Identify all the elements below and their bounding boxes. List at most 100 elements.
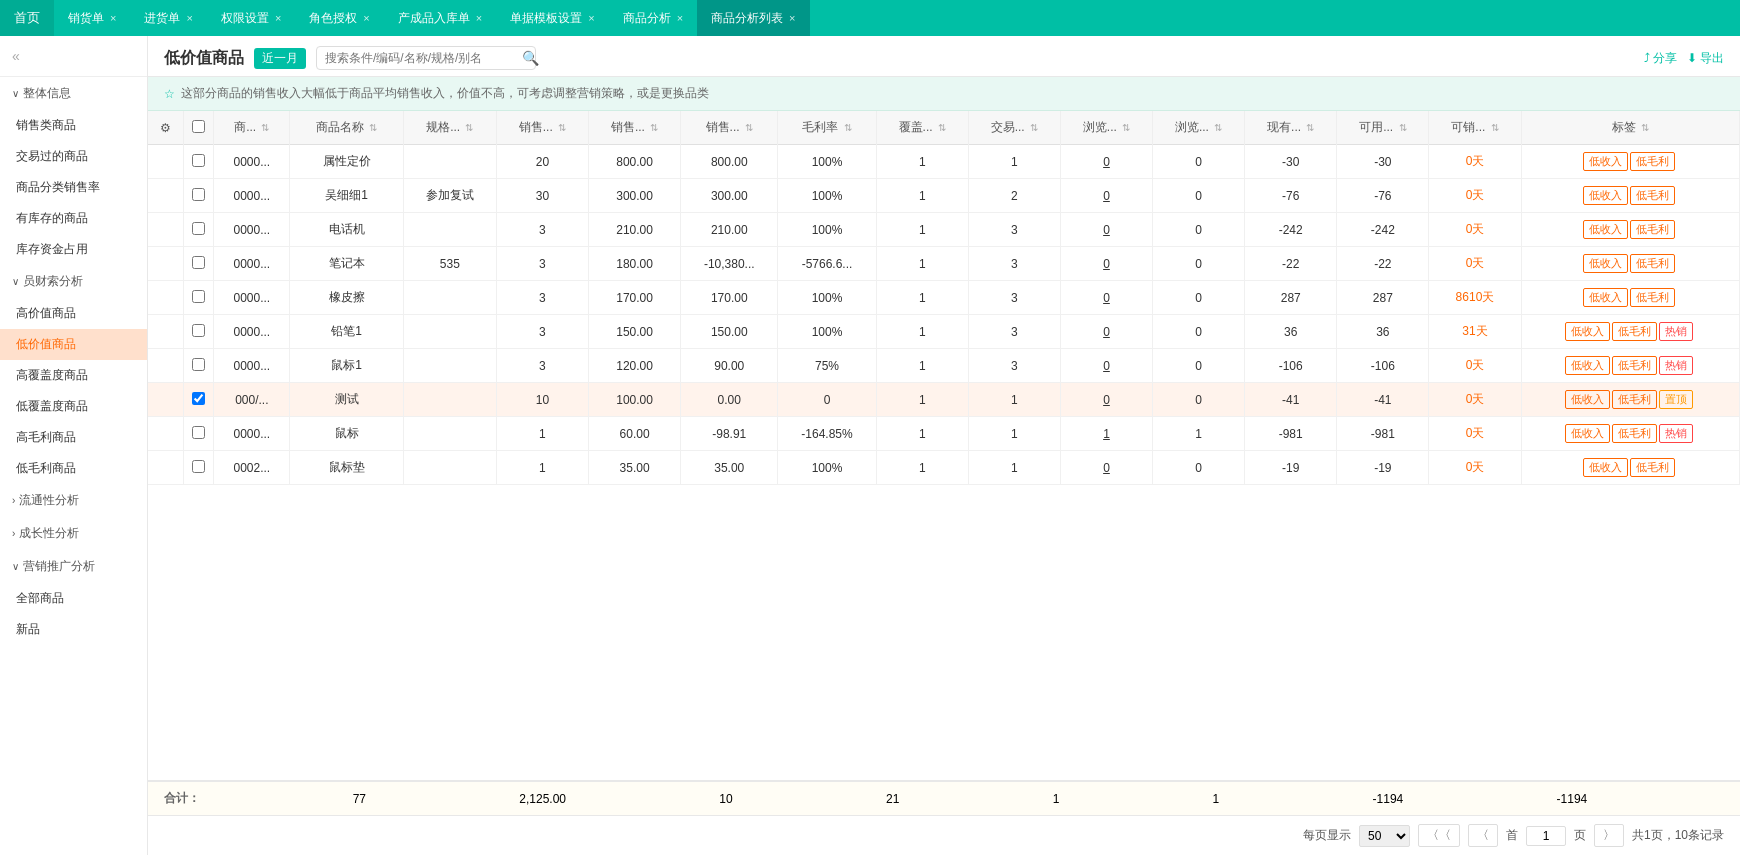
sidebar-item-low-profit[interactable]: 低毛利商品: [0, 453, 147, 484]
row-checkbox-cell[interactable]: [184, 247, 214, 281]
per-page-select[interactable]: 50 100 200: [1359, 825, 1410, 847]
col-sales-amount[interactable]: 销售... ⇅: [681, 111, 778, 145]
nav-sales-order-close[interactable]: ×: [110, 12, 116, 24]
page-number-input[interactable]: [1526, 826, 1566, 846]
views1-value[interactable]: 0: [1103, 257, 1110, 271]
views1-value[interactable]: 0: [1103, 325, 1110, 339]
sidebar-group-flow[interactable]: › 流通性分析: [0, 484, 147, 517]
filter-tag-month[interactable]: 近一月: [254, 48, 306, 69]
nav-purchase-order[interactable]: 进货单 ×: [130, 0, 206, 36]
sidebar-item-all-products[interactable]: 全部商品: [0, 583, 147, 614]
views1-value[interactable]: 0: [1103, 223, 1110, 237]
row-checkbox[interactable]: [192, 290, 205, 303]
nav-product-analysis[interactable]: 商品分析 ×: [609, 0, 697, 36]
next-page-btn[interactable]: 〉: [1594, 824, 1624, 847]
col-available[interactable]: 可用... ⇅: [1337, 111, 1429, 145]
col-sales-price[interactable]: 销售... ⇅: [589, 111, 681, 145]
row-views1[interactable]: 0: [1060, 247, 1152, 281]
prev-page-btn[interactable]: 〈: [1468, 824, 1498, 847]
col-tags[interactable]: 标签 ⇅: [1521, 111, 1739, 145]
col-spec[interactable]: 规格... ⇅: [403, 111, 496, 145]
row-checkbox-cell[interactable]: [184, 417, 214, 451]
views1-value[interactable]: 0: [1103, 359, 1110, 373]
nav-permissions-close[interactable]: ×: [275, 12, 281, 24]
col-current-stock[interactable]: 现有... ⇅: [1245, 111, 1337, 145]
nav-template-close[interactable]: ×: [588, 12, 594, 24]
sidebar-item-low-value[interactable]: 低价值商品: [0, 329, 147, 360]
row-checkbox[interactable]: [192, 426, 205, 439]
row-views1[interactable]: 0: [1060, 213, 1152, 247]
nav-sales-order[interactable]: 销货单 ×: [54, 0, 130, 36]
col-checkbox[interactable]: [184, 111, 214, 145]
row-checkbox-cell[interactable]: [184, 383, 214, 417]
sidebar-group-growth[interactable]: › 成长性分析: [0, 517, 147, 550]
row-checkbox[interactable]: [192, 460, 205, 473]
row-views1[interactable]: 0: [1060, 315, 1152, 349]
sidebar-item-category-rate[interactable]: 商品分类销售率: [0, 172, 147, 203]
views1-value[interactable]: 0: [1103, 155, 1110, 169]
sidebar-item-high-coverage[interactable]: 高覆盖度商品: [0, 360, 147, 391]
row-checkbox-cell[interactable]: [184, 145, 214, 179]
sidebar-item-with-stock[interactable]: 有库存的商品: [0, 203, 147, 234]
row-checkbox[interactable]: [192, 154, 205, 167]
sidebar-item-stock-capital[interactable]: 库存资金占用: [0, 234, 147, 265]
row-views1[interactable]: 1: [1060, 417, 1152, 451]
nav-roles[interactable]: 角色授权 ×: [295, 0, 383, 36]
col-saleable[interactable]: 可销... ⇅: [1429, 111, 1521, 145]
col-views2[interactable]: 浏览... ⇅: [1153, 111, 1245, 145]
views1-value[interactable]: 0: [1103, 291, 1110, 305]
row-checkbox[interactable]: [192, 188, 205, 201]
sidebar-collapse-btn[interactable]: «: [8, 44, 24, 68]
sidebar-group-financial[interactable]: ∨ 员财索分析: [0, 265, 147, 298]
search-input[interactable]: [316, 46, 536, 70]
export-button[interactable]: ⬇ 导出: [1687, 50, 1724, 67]
sidebar-item-low-coverage[interactable]: 低覆盖度商品: [0, 391, 147, 422]
sidebar-item-new-products[interactable]: 新品: [0, 614, 147, 645]
row-checkbox[interactable]: [192, 256, 205, 269]
nav-analysis-close[interactable]: ×: [677, 12, 683, 24]
row-checkbox[interactable]: [192, 222, 205, 235]
nav-analysis-list-close[interactable]: ×: [789, 12, 795, 24]
row-checkbox-cell[interactable]: [184, 179, 214, 213]
row-checkbox-cell[interactable]: [184, 281, 214, 315]
row-views1[interactable]: 0: [1060, 179, 1152, 213]
col-gross-rate[interactable]: 毛利率 ⇅: [778, 111, 876, 145]
col-name[interactable]: 商品名称 ⇅: [290, 111, 404, 145]
col-transactions[interactable]: 交易... ⇅: [968, 111, 1060, 145]
share-button[interactable]: ⤴ 分享: [1644, 50, 1677, 67]
views1-value[interactable]: 1: [1103, 427, 1110, 441]
nav-template-settings[interactable]: 单据模板设置 ×: [496, 0, 608, 36]
col-coverage[interactable]: 覆盖... ⇅: [876, 111, 968, 145]
sidebar-group-overall[interactable]: ∨ 整体信息: [0, 77, 147, 110]
row-views1[interactable]: 0: [1060, 349, 1152, 383]
row-checkbox-cell[interactable]: [184, 451, 214, 485]
first-page-btn[interactable]: 〈〈: [1418, 824, 1460, 847]
nav-product-entry-close[interactable]: ×: [476, 12, 482, 24]
row-checkbox[interactable]: [192, 358, 205, 371]
row-checkbox[interactable]: [192, 392, 205, 405]
sidebar-item-high-profit[interactable]: 高毛利商品: [0, 422, 147, 453]
nav-permissions[interactable]: 权限设置 ×: [207, 0, 295, 36]
row-views1[interactable]: 0: [1060, 281, 1152, 315]
views1-value[interactable]: 0: [1103, 461, 1110, 475]
search-icon[interactable]: 🔍: [522, 50, 539, 66]
row-views1[interactable]: 0: [1060, 383, 1152, 417]
row-checkbox[interactable]: [192, 324, 205, 337]
col-sales-qty[interactable]: 销售... ⇅: [496, 111, 588, 145]
row-checkbox-cell[interactable]: [184, 315, 214, 349]
nav-roles-close[interactable]: ×: [363, 12, 369, 24]
col-views1[interactable]: 浏览... ⇅: [1060, 111, 1152, 145]
nav-home[interactable]: 首页: [0, 0, 54, 36]
nav-product-entry[interactable]: 产成品入库单 ×: [384, 0, 496, 36]
select-all-checkbox[interactable]: [192, 120, 205, 133]
sidebar-item-traded[interactable]: 交易过的商品: [0, 141, 147, 172]
sidebar-group-marketing[interactable]: ∨ 营销推广分析: [0, 550, 147, 583]
nav-product-analysis-list[interactable]: 商品分析列表 ×: [697, 0, 809, 36]
col-code[interactable]: 商... ⇅: [214, 111, 290, 145]
views1-value[interactable]: 0: [1103, 189, 1110, 203]
row-checkbox-cell[interactable]: [184, 349, 214, 383]
sidebar-item-sales-products[interactable]: 销售类商品: [0, 110, 147, 141]
col-settings[interactable]: ⚙: [148, 111, 184, 145]
row-checkbox-cell[interactable]: [184, 213, 214, 247]
views1-value[interactable]: 0: [1103, 393, 1110, 407]
